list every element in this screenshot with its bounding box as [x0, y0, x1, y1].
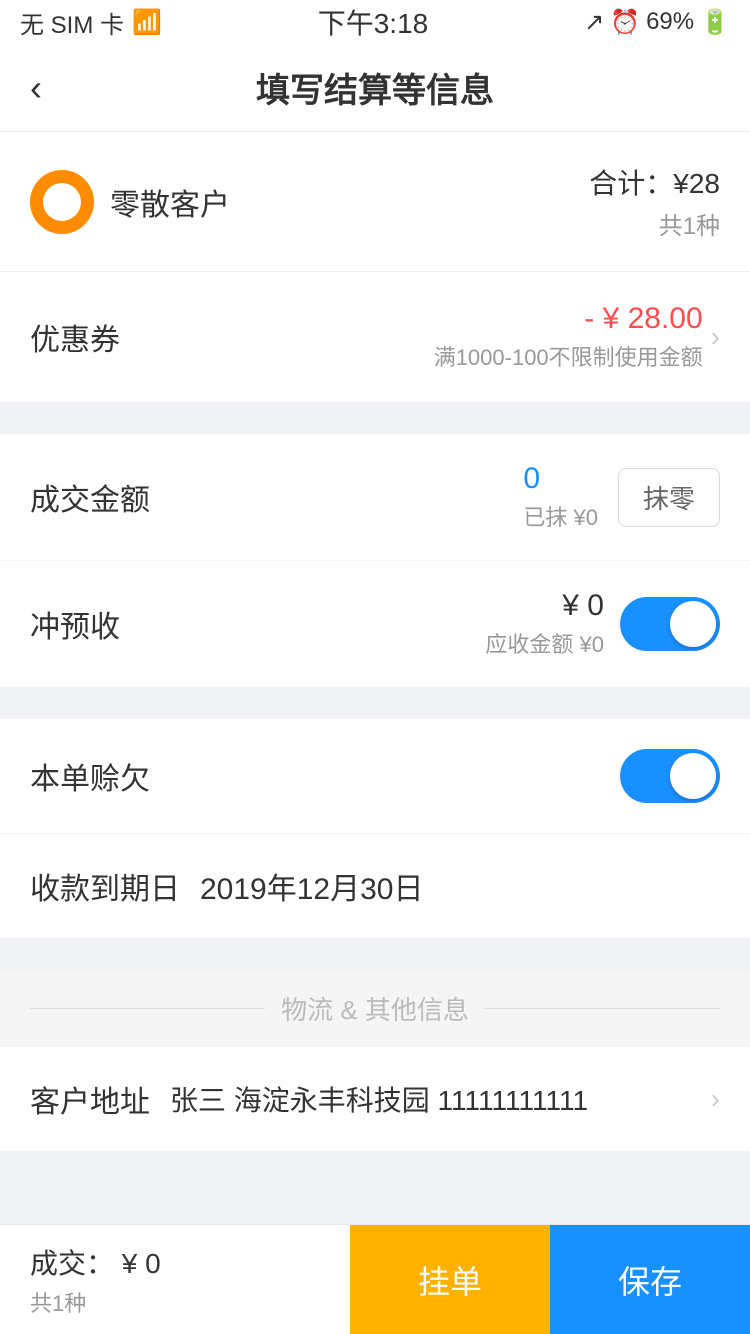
- chevron-right-icon: ›: [711, 321, 720, 353]
- deal-sub: 已抹 ¥0: [523, 500, 598, 532]
- battery-icon: 🔋: [700, 8, 730, 37]
- address-value: 张三 海淀永丰科技园 11111111111: [170, 1079, 711, 1119]
- location-icon: ↗: [584, 8, 604, 37]
- wifi-icon: 📶: [132, 8, 162, 37]
- coupon-label: 优惠券: [30, 315, 120, 359]
- bottom-deal: 成交： ¥ 0: [30, 1242, 320, 1282]
- prepay-sub: 应收金额 ¥0: [485, 627, 604, 659]
- avatar: [30, 170, 94, 234]
- coupon-row[interactable]: 优惠券 - ¥ 28.00 满1000-100不限制使用金额 ›: [0, 271, 750, 402]
- customer-total: 合计：¥28: [589, 162, 720, 202]
- debt-row: 本单赊欠: [0, 719, 750, 833]
- section-divider-1: [0, 418, 750, 434]
- customer-count: 共1种: [589, 206, 720, 241]
- prepay-amount-block: ¥ 0 应收金额 ¥0: [485, 589, 604, 659]
- coupon-amount: - ¥ 28.00: [434, 302, 703, 336]
- customer-row: 零散客户 合计：¥28 共1种: [0, 132, 750, 271]
- debt-section: 本单赊欠 收款到期日 2019年12月30日: [0, 719, 750, 938]
- debt-label: 本单赊欠: [30, 754, 150, 798]
- round-down-button[interactable]: 抹零: [618, 468, 720, 527]
- status-right: ↗ ⏰ 69% 🔋: [584, 8, 730, 37]
- toggle-knob: [670, 601, 716, 647]
- sim-indicator: 无 SIM 卡: [20, 5, 124, 40]
- duedate-label: 收款到期日: [30, 864, 180, 908]
- customer-section: 零散客户 合计：¥28 共1种 优惠券 - ¥ 28.00 满1000-100不…: [0, 132, 750, 402]
- customer-name: 零散客户: [110, 180, 230, 224]
- prepay-label: 冲预收: [30, 602, 120, 646]
- coupon-info: - ¥ 28.00 满1000-100不限制使用金额: [434, 302, 703, 372]
- bottom-deal-value: ¥ 0: [122, 1248, 161, 1279]
- avatar-icon: [43, 183, 81, 221]
- coupon-right: - ¥ 28.00 满1000-100不限制使用金额 ›: [434, 302, 720, 372]
- status-bar: 无 SIM 卡 📶 下午3:18 ↗ ⏰ 69% 🔋: [0, 0, 750, 44]
- address-label: 客户地址: [30, 1077, 150, 1121]
- section-divider-2: [0, 703, 750, 719]
- bottom-deal-label: 成交：: [30, 1248, 114, 1279]
- debt-toggle[interactable]: [620, 749, 720, 803]
- address-row[interactable]: 客户地址 张三 海淀永丰科技园 11111111111 ›: [0, 1047, 750, 1151]
- bottom-count: 共1种: [30, 1286, 320, 1318]
- deal-section: 成交金额 0 已抹 ¥0 抹零 冲预收 ¥ 0 应收金额 ¥0: [0, 434, 750, 687]
- prepay-toggle[interactable]: [620, 597, 720, 651]
- customer-right: 合计：¥28 共1种: [589, 162, 720, 241]
- address-chevron-icon: ›: [711, 1083, 720, 1115]
- coupon-desc: 满1000-100不限制使用金额: [434, 340, 703, 372]
- nav-bar: ‹ 填写结算等信息: [0, 44, 750, 132]
- status-time: 下午3:18: [318, 2, 429, 42]
- address-section: 客户地址 张三 海淀永丰科技园 11111111111 ›: [0, 1047, 750, 1151]
- deal-label: 成交金额: [30, 475, 150, 519]
- deal-value: 0: [523, 462, 598, 496]
- bottom-bar: 成交： ¥ 0 共1种 挂单 保存: [0, 1224, 750, 1334]
- deal-right: 0 已抹 ¥0 抹零: [523, 462, 720, 532]
- save-button[interactable]: 保存: [550, 1225, 750, 1334]
- prepay-row: 冲预收 ¥ 0 应收金额 ¥0: [0, 561, 750, 687]
- back-button[interactable]: ‹: [30, 67, 42, 109]
- page-title: 填写结算等信息: [256, 63, 494, 112]
- hang-order-button[interactable]: 挂单: [350, 1225, 550, 1334]
- logistics-section: 物流 & 其他信息: [0, 970, 750, 1047]
- deal-label-block: 成交金额: [30, 475, 150, 519]
- duedate-value: 2019年12月30日: [200, 864, 423, 908]
- logistics-label: 物流 & 其他信息: [281, 990, 469, 1027]
- battery-percent: 69%: [646, 8, 694, 36]
- prepay-right: ¥ 0 应收金额 ¥0: [485, 589, 720, 659]
- status-left: 无 SIM 卡 📶: [20, 5, 162, 40]
- prepay-amount: ¥ 0: [485, 589, 604, 623]
- debt-toggle-knob: [670, 753, 716, 799]
- section-divider-3: [0, 954, 750, 970]
- alarm-icon: ⏰: [610, 8, 640, 37]
- customer-left: 零散客户: [30, 170, 230, 234]
- bottom-summary: 成交： ¥ 0 共1种: [0, 1225, 350, 1334]
- duedate-row: 收款到期日 2019年12月30日: [0, 833, 750, 938]
- deal-row: 成交金额 0 已抹 ¥0 抹零: [0, 434, 750, 561]
- deal-value-block: 0 已抹 ¥0: [523, 462, 598, 532]
